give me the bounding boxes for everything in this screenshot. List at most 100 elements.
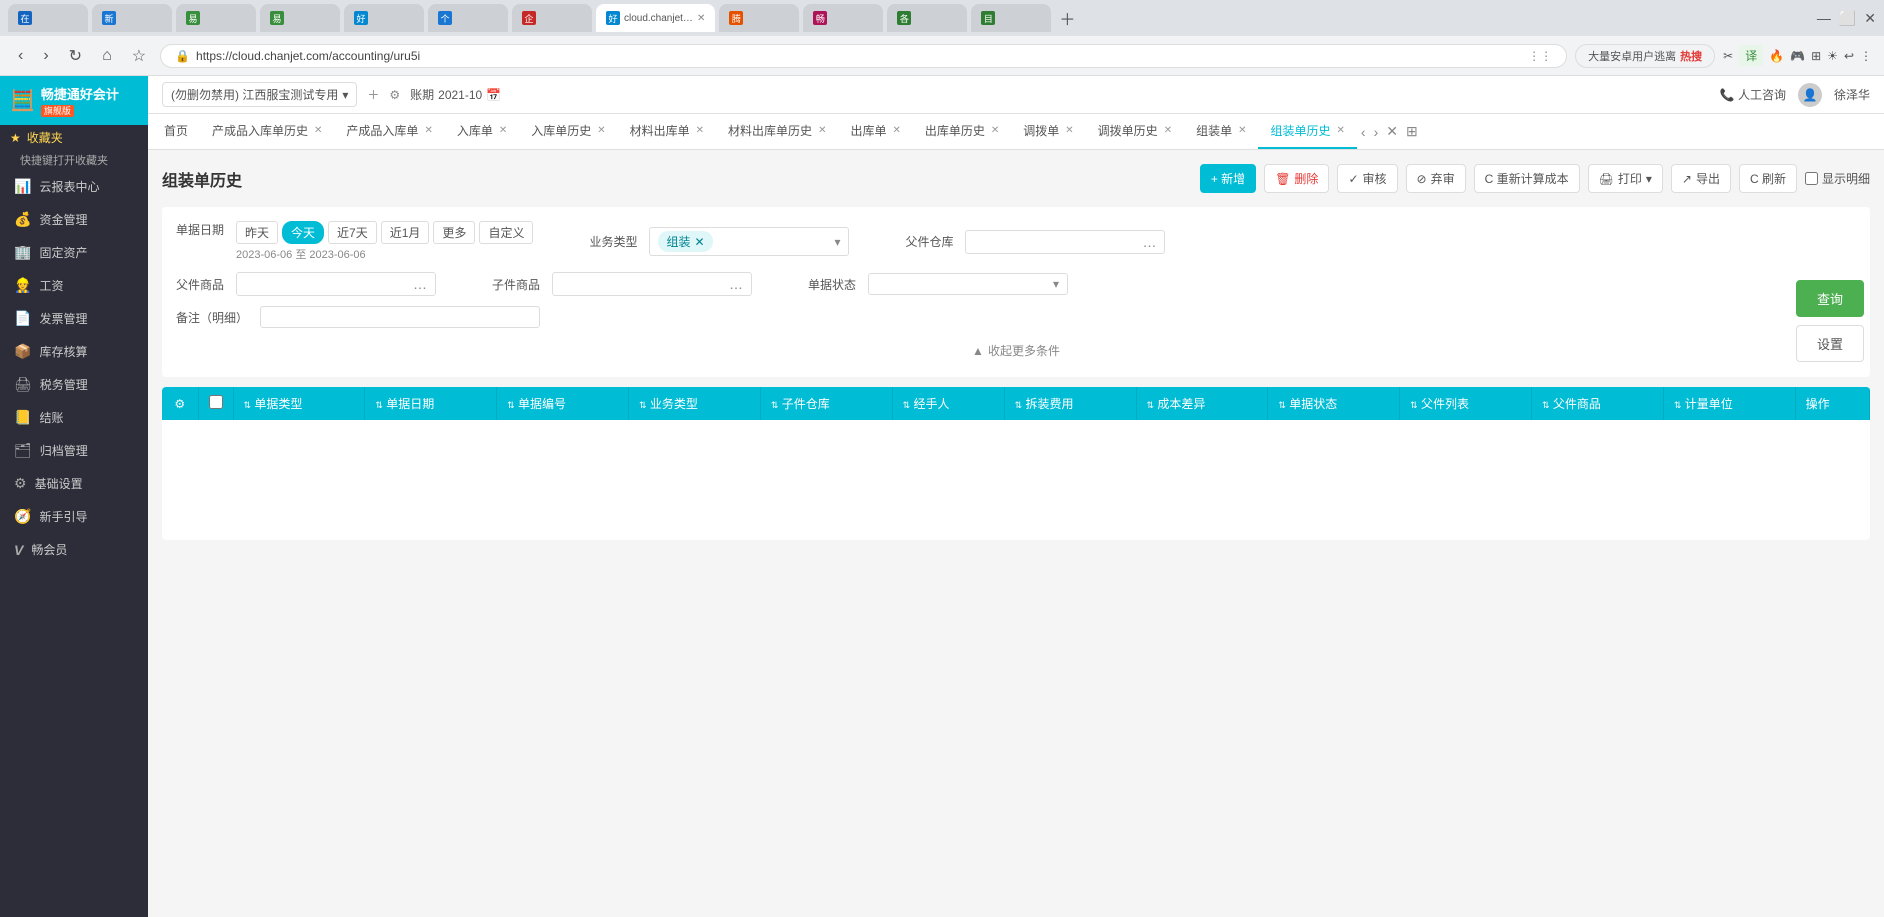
- page-tab-out[interactable]: 出库单 ✕: [838, 114, 912, 149]
- minimize-button[interactable]: —: [1817, 10, 1831, 27]
- undo-icon[interactable]: ↩: [1844, 49, 1854, 63]
- add-button[interactable]: + 新增: [1200, 164, 1256, 193]
- cut-icon[interactable]: ✂: [1723, 49, 1733, 63]
- tab-menu[interactable]: ⊞: [1402, 123, 1422, 140]
- show-detail-input[interactable]: [1805, 172, 1818, 185]
- parent-goods-more[interactable]: …: [413, 276, 427, 292]
- 1month-btn[interactable]: 近1月: [381, 221, 430, 244]
- tab-8[interactable]: 腾: [719, 4, 799, 32]
- select-all-checkbox[interactable]: [209, 395, 223, 409]
- today-btn[interactable]: 今天: [282, 221, 324, 244]
- tab-11[interactable]: 目: [971, 4, 1051, 32]
- tab-close-icon[interactable]: ✕: [1337, 125, 1345, 136]
- col-doc-date[interactable]: ⇅ 单据日期: [365, 387, 497, 420]
- collapse-button[interactable]: ▲ 收起更多条件: [176, 338, 1856, 363]
- sidebar-favorites[interactable]: ★ 收藏夹: [0, 125, 148, 150]
- company-select[interactable]: (勿删勿禁用) 江西服宝测试专用 ▾: [162, 82, 357, 107]
- tab-2[interactable]: 易: [176, 4, 256, 32]
- parent-goods-input[interactable]: …: [236, 272, 436, 296]
- abandon-button[interactable]: ⊘ 弃审: [1406, 164, 1466, 193]
- tab-close-icon[interactable]: ✕: [499, 125, 507, 136]
- biz-type-input-area[interactable]: 组装 ✕ ▾: [649, 227, 849, 256]
- tab-6[interactable]: 企: [512, 4, 592, 32]
- tab-close-icon[interactable]: ✕: [892, 125, 900, 136]
- print-button[interactable]: 🖨 打印 ▾: [1588, 164, 1663, 193]
- sidebar-item-guide[interactable]: 🧭 新手引导: [0, 500, 148, 533]
- sidebar-item-salary[interactable]: 👷 工资: [0, 269, 148, 302]
- tab-close-icon[interactable]: ✕: [314, 125, 322, 136]
- col-checkbox[interactable]: [198, 387, 233, 420]
- more-btn[interactable]: 更多: [433, 221, 475, 244]
- col-handler[interactable]: ⇅ 经手人: [892, 387, 1004, 420]
- tab-5[interactable]: 个: [428, 4, 508, 32]
- biz-type-remove[interactable]: ✕: [694, 235, 704, 249]
- settings-gear-icon[interactable]: ⚙: [389, 88, 400, 102]
- col-doc-status[interactable]: ⇅ 单据状态: [1268, 387, 1400, 420]
- page-tab-in[interactable]: 入库单 ✕: [445, 114, 519, 149]
- sidebar-item-tax[interactable]: 🖨 税务管理: [0, 368, 148, 401]
- refresh-button[interactable]: C 刷新: [1739, 164, 1797, 193]
- translate-icon[interactable]: 译: [1739, 45, 1763, 66]
- doc-status-select[interactable]: ▾: [868, 273, 1068, 295]
- page-tab-transfer[interactable]: 调拨单 ✕: [1011, 114, 1085, 149]
- back-button[interactable]: ‹: [12, 43, 29, 69]
- col-doc-no[interactable]: ⇅ 单据编号: [497, 387, 629, 420]
- tab-close-icon[interactable]: ✕: [818, 125, 826, 136]
- col-cost-diff[interactable]: ⇅ 成本差异: [1136, 387, 1268, 420]
- tab-10[interactable]: 各: [887, 4, 967, 32]
- sidebar-item-member[interactable]: V 畅会员: [0, 533, 148, 566]
- col-dismantle-fee[interactable]: ⇅ 拆装费用: [1004, 387, 1136, 420]
- settings-button[interactable]: 设置: [1796, 325, 1864, 362]
- child-goods-more[interactable]: …: [729, 276, 743, 292]
- tab-close-icon[interactable]: ✕: [1164, 125, 1172, 136]
- page-tab-out-hist[interactable]: 出库单历史 ✕: [913, 114, 1011, 149]
- col-doc-type[interactable]: ⇅ 单据类型: [233, 387, 365, 420]
- page-tab-home[interactable]: 首页: [152, 114, 200, 149]
- query-button[interactable]: 查询: [1796, 280, 1864, 317]
- parent-warehouse-more[interactable]: …: [1142, 234, 1156, 250]
- yesterday-btn[interactable]: 昨天: [236, 221, 278, 244]
- sidebar-item-closing[interactable]: 📒 结账: [0, 401, 148, 434]
- period-selector[interactable]: 账期 2021-10 📅: [410, 86, 501, 103]
- show-detail-checkbox[interactable]: 显示明细: [1805, 170, 1870, 187]
- tab-close-icon[interactable]: ✕: [696, 125, 704, 136]
- address-bar[interactable]: 🔒 https://cloud.chanjet.com/accounting/u…: [160, 44, 1567, 68]
- tab-1[interactable]: 新: [92, 4, 172, 32]
- game-icon[interactable]: 🎮: [1790, 49, 1805, 63]
- fire-icon[interactable]: 🔥: [1769, 49, 1784, 63]
- search-bar[interactable]: 大量安卓用户逃离 热搜: [1575, 44, 1715, 68]
- tab-close-icon[interactable]: ✕: [1238, 125, 1246, 136]
- tab-close-all[interactable]: ✕: [1382, 123, 1402, 140]
- page-tab-mat-out-hist[interactable]: 材料出库单历史 ✕: [716, 114, 838, 149]
- sidebar-item-archive[interactable]: 🗂 归档管理: [0, 434, 148, 467]
- biz-type-dropdown[interactable]: ▾: [834, 235, 840, 249]
- tab-close-icon[interactable]: ✕: [991, 125, 999, 136]
- grid-icon[interactable]: ⊞: [1811, 49, 1821, 63]
- parent-warehouse-input[interactable]: …: [965, 230, 1165, 254]
- sidebar-item-inventory[interactable]: 📦 库存核算: [0, 335, 148, 368]
- home-button[interactable]: ⌂: [96, 43, 118, 69]
- sidebar-item-finance[interactable]: 💰 资金管理: [0, 203, 148, 236]
- sidebar-item-reports[interactable]: 📊 云报表中心: [0, 170, 148, 203]
- col-parent-list[interactable]: ⇅ 父件列表: [1400, 387, 1532, 420]
- page-tab-assemble[interactable]: 组装单 ✕: [1184, 114, 1258, 149]
- page-tab-mat-out[interactable]: 材料出库单 ✕: [618, 114, 716, 149]
- doc-status-dropdown[interactable]: ▾: [1053, 277, 1059, 291]
- new-tab-button[interactable]: ＋: [1059, 6, 1075, 30]
- bookmark-button[interactable]: ☆: [126, 42, 152, 70]
- maximize-button[interactable]: ⬜: [1839, 10, 1856, 27]
- page-tab-in-hist[interactable]: 入库单历史 ✕: [519, 114, 617, 149]
- export-button[interactable]: ↗ 导出: [1671, 164, 1731, 193]
- menu-icon[interactable]: ⋮: [1860, 49, 1872, 63]
- forward-button[interactable]: ›: [37, 43, 54, 69]
- child-goods-input[interactable]: …: [552, 272, 752, 296]
- col-biz-type[interactable]: ⇅ 业务类型: [628, 387, 760, 420]
- col-child-warehouse[interactable]: ⇅ 子件仓库: [760, 387, 892, 420]
- tab-0[interactable]: 在: [8, 4, 88, 32]
- tab-close-icon[interactable]: ✕: [597, 125, 605, 136]
- tab-close-icon[interactable]: ✕: [424, 125, 432, 136]
- delete-button[interactable]: 🗑 删除: [1264, 164, 1329, 193]
- 7days-btn[interactable]: 近7天: [328, 221, 377, 244]
- add-company-button[interactable]: ＋: [367, 86, 379, 103]
- tab-7[interactable]: 好 cloud.chanjet… ✕: [596, 4, 715, 32]
